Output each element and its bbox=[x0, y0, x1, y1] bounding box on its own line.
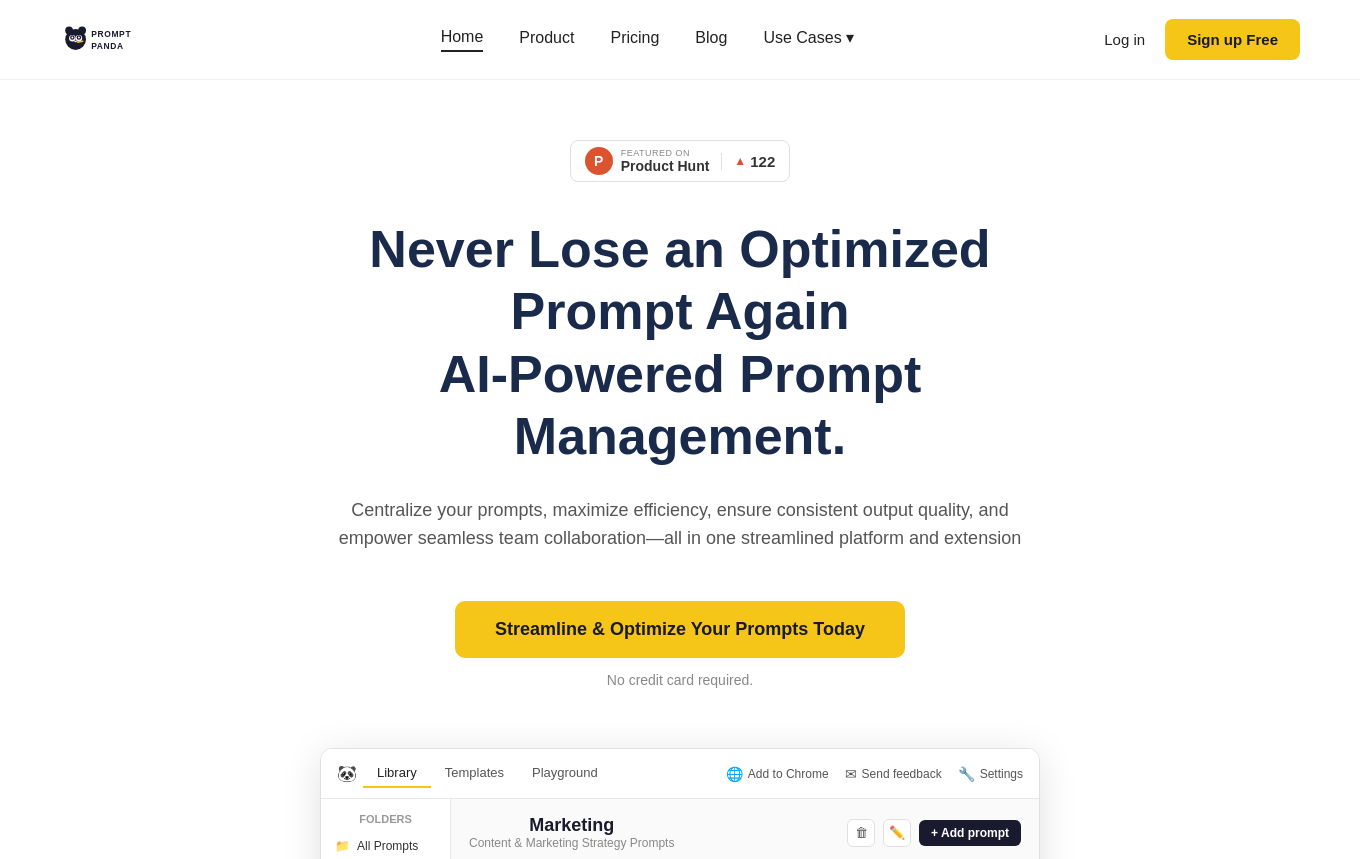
nav-actions: Log in Sign up Free bbox=[1104, 19, 1300, 60]
folder-actions: 🗑 ✏️ + Add prompt bbox=[847, 819, 1021, 847]
hero-title: Never Lose an Optimized Prompt Again AI-… bbox=[280, 218, 1080, 468]
add-prompt-button[interactable]: + Add prompt bbox=[919, 820, 1021, 846]
trash-icon-button[interactable]: 🗑 bbox=[847, 819, 875, 847]
ph-name-label: Product Hunt bbox=[621, 158, 710, 174]
svg-text:PANDA: PANDA bbox=[91, 41, 124, 51]
chevron-down-icon: ▾ bbox=[846, 28, 854, 47]
tab-playground[interactable]: Playground bbox=[518, 759, 612, 788]
ph-score: ▲ 122 bbox=[721, 153, 775, 170]
add-chrome-button[interactable]: 🌐 Add to Chrome bbox=[726, 766, 829, 782]
svg-point-8 bbox=[78, 37, 80, 39]
nav-product[interactable]: Product bbox=[519, 29, 574, 51]
app-logo-icon: 🐼 bbox=[337, 759, 357, 788]
nav-pricing[interactable]: Pricing bbox=[610, 29, 659, 51]
nav-links: Home Product Pricing Blog Use Cases ▾ bbox=[441, 28, 854, 52]
settings-button[interactable]: 🔧 Settings bbox=[958, 766, 1023, 782]
folder-info: Marketing Content & Marketing Strategy P… bbox=[469, 815, 674, 850]
tab-library[interactable]: Library bbox=[363, 759, 431, 788]
app-tabs: 🐼 Library Templates Playground bbox=[337, 759, 612, 788]
app-preview: 🐼 Library Templates Playground 🌐 Add to … bbox=[320, 748, 1040, 859]
app-body: Folders 📁 All Prompts 📁 Marketing 📁 Sale… bbox=[321, 799, 1039, 859]
folder-icon: 📁 bbox=[335, 839, 350, 853]
svg-text:PROMPT: PROMPT bbox=[91, 29, 131, 39]
svg-point-9 bbox=[74, 41, 77, 43]
app-topbar-actions: 🌐 Add to Chrome ✉ Send feedback 🔧 Settin… bbox=[726, 766, 1023, 782]
sidebar-folders-label: Folders bbox=[321, 813, 450, 833]
product-hunt-badge[interactable]: P FEATURED ON Product Hunt ▲ 122 bbox=[570, 140, 791, 182]
svg-point-7 bbox=[71, 37, 73, 39]
hero-subtitle: Centralize your prompts, maximize effici… bbox=[330, 496, 1030, 554]
folder-subtitle: Content & Marketing Strategy Prompts bbox=[469, 836, 674, 850]
navbar: PROMPT PANDA Home Product Pricing Blog U… bbox=[0, 0, 1360, 80]
chrome-icon: 🌐 bbox=[726, 766, 743, 782]
mail-icon: ✉ bbox=[845, 766, 857, 782]
login-button[interactable]: Log in bbox=[1104, 31, 1145, 48]
ph-score-number: 122 bbox=[750, 153, 775, 170]
settings-icon: 🔧 bbox=[958, 766, 975, 782]
feedback-button[interactable]: ✉ Send feedback bbox=[845, 766, 942, 782]
product-hunt-text: FEATURED ON Product Hunt bbox=[621, 148, 710, 174]
app-topbar: 🐼 Library Templates Playground 🌐 Add to … bbox=[321, 749, 1039, 799]
app-sidebar: Folders 📁 All Prompts 📁 Marketing 📁 Sale… bbox=[321, 799, 451, 859]
ph-featured-label: FEATURED ON bbox=[621, 148, 690, 158]
logo[interactable]: PROMPT PANDA bbox=[60, 20, 190, 59]
app-main-content: Marketing Content & Marketing Strategy P… bbox=[451, 799, 1039, 859]
svg-point-1 bbox=[65, 27, 73, 35]
signup-button[interactable]: Sign up Free bbox=[1165, 19, 1300, 60]
product-hunt-icon: P bbox=[585, 147, 613, 175]
nav-blog[interactable]: Blog bbox=[695, 29, 727, 51]
nav-home[interactable]: Home bbox=[441, 28, 484, 52]
sidebar-item-all[interactable]: 📁 All Prompts bbox=[321, 833, 450, 859]
folder-header: Marketing Content & Marketing Strategy P… bbox=[469, 815, 1021, 850]
tab-templates[interactable]: Templates bbox=[431, 759, 518, 788]
cta-button[interactable]: Streamline & Optimize Your Prompts Today bbox=[455, 601, 905, 658]
hero-section: P FEATURED ON Product Hunt ▲ 122 Never L… bbox=[0, 80, 1360, 859]
ph-arrow-icon: ▲ bbox=[734, 154, 746, 168]
folder-title: Marketing bbox=[469, 815, 674, 836]
no-credit-text: No credit card required. bbox=[607, 672, 753, 688]
edit-icon-button[interactable]: ✏️ bbox=[883, 819, 911, 847]
svg-point-2 bbox=[78, 27, 86, 35]
nav-use-cases[interactable]: Use Cases ▾ bbox=[763, 28, 853, 51]
